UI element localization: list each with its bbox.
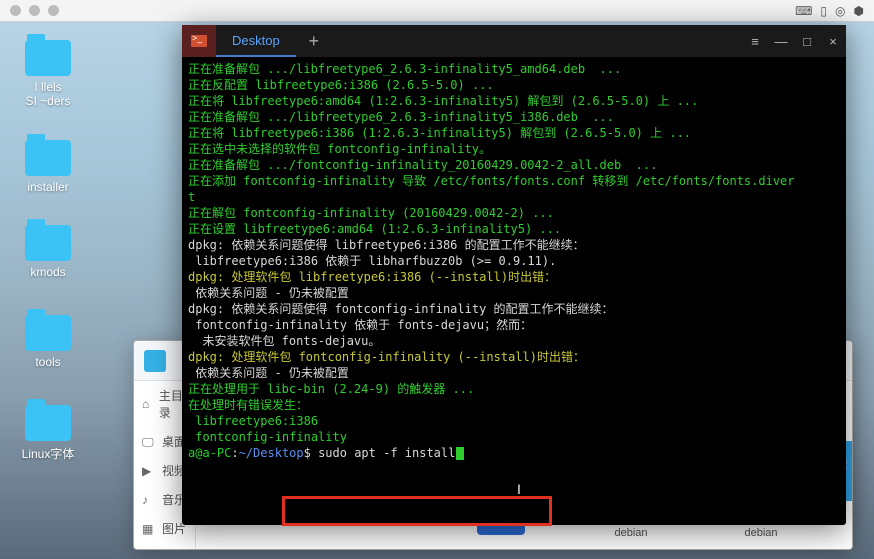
file-tile-label: debian <box>606 527 656 539</box>
sidebar-item-documents[interactable]: 🗎文档 <box>134 543 195 550</box>
close-icon: × <box>829 34 837 49</box>
prompt-path: ~/Desktop <box>239 446 304 460</box>
prompt-sep: : <box>231 446 238 460</box>
terminal-line: libfreetype6:i386 <box>188 413 840 429</box>
terminal-line: 在处理时有错误发生： <box>188 397 840 413</box>
home-icon: ⌂ <box>142 397 153 411</box>
terminal-line: 正在设置 libfreetype6:amd64 (1:2.6.3-infinal… <box>188 221 840 237</box>
maximize-button[interactable]: □ <box>794 25 820 57</box>
shield-icon[interactable]: ⬢ <box>854 4 864 18</box>
traffic-lights <box>0 5 59 16</box>
terminal-line: 依赖关系问题 - 仍未被配置 <box>188 285 840 301</box>
terminal-line: 正在准备解包 .../fontconfig-infinality_2016042… <box>188 157 840 173</box>
icon-label: Linux字体 <box>12 445 84 462</box>
video-icon: ▶ <box>142 464 156 478</box>
terminal-line: 正在将 libfreetype6:amd64 (1:2.6.3-infinali… <box>188 93 840 109</box>
menu-button[interactable]: ≡ <box>742 25 768 57</box>
new-tab-button[interactable]: + <box>296 25 332 57</box>
desktop-folder-installer[interactable]: installer <box>12 140 84 194</box>
terminal-line: fontconfig-infinality 依赖于 fonts-dejavu；然… <box>188 317 840 333</box>
minimize-button[interactable]: — <box>768 25 794 57</box>
desktop-folder-kmods[interactable]: kmods <box>12 225 84 279</box>
terminal-output[interactable]: 正在准备解包 .../libfreetype6_2.6.3-infinality… <box>182 57 846 525</box>
desktop-icon: 🖵 <box>142 435 156 449</box>
terminal-app-icon <box>182 25 216 57</box>
menubar-right: ⌨ ▯ ◎ ⬢ <box>795 4 874 18</box>
folder-icon <box>25 315 71 351</box>
terminal-line: 依赖关系问题 - 仍未被配置 <box>188 365 840 381</box>
terminal-line: 正在将 libfreetype6:i386 (1:2.6.3-infinalit… <box>188 125 840 141</box>
terminal-line: 正在选中未选择的软件包 fontconfig-infinality。 <box>188 141 840 157</box>
minimize-icon: — <box>775 34 788 49</box>
terminal-line: 正在处理用于 libc-bin (2.24-9) 的触发器 ... <box>188 381 840 397</box>
mac-window-titlebar: ⌨ ▯ ◎ ⬢ <box>0 0 874 22</box>
desktop-folder-parallels[interactable]: I llels SI ~ders <box>12 40 84 108</box>
icon-label: installer <box>12 180 84 194</box>
tab-label: Desktop <box>232 33 280 48</box>
terminal-cursor <box>456 447 464 460</box>
terminal-line: dpkg: 处理软件包 fontconfig-infinality (--ins… <box>188 349 840 365</box>
file-tile-label: debian <box>736 527 786 539</box>
terminal-line: 正在解包 fontconfig-infinality (20160429.004… <box>188 205 840 221</box>
prompt-user: a@a-PC <box>188 446 231 460</box>
terminal-line: t <box>188 189 840 205</box>
terminal-line: libfreetype6:i386 依赖于 libharfbuzz0b (>= … <box>188 253 840 269</box>
terminal-tab-active[interactable]: Desktop <box>216 25 296 57</box>
folder-icon <box>25 225 71 261</box>
terminal-line: dpkg: 依赖关系问题使得 libfreetype6:i386 的配置工作不能… <box>188 237 840 253</box>
battery-icon[interactable]: ▯ <box>820 4 827 18</box>
close-dot[interactable] <box>10 5 21 16</box>
terminal-line: fontconfig-infinality <box>188 429 840 445</box>
terminal-prompt-line[interactable]: a@a-PC:~/Desktop$ sudo apt -f install <box>188 445 840 461</box>
icon-label: tools <box>12 355 84 369</box>
file-manager-logo-icon <box>144 350 166 372</box>
terminal-line: 未安装软件包 fonts-dejavu。 <box>188 333 840 349</box>
picture-icon: ▦ <box>142 522 156 536</box>
terminal-line: dpkg: 依赖关系问题使得 fontconfig-infinality 的配置… <box>188 301 840 317</box>
target-icon[interactable]: ◎ <box>835 4 845 18</box>
keyboard-icon[interactable]: ⌨ <box>795 4 812 18</box>
folder-icon <box>25 405 71 441</box>
maximize-icon: □ <box>803 34 811 49</box>
folder-icon <box>25 40 71 76</box>
minimize-dot[interactable] <box>29 5 40 16</box>
icon-label: kmods <box>12 265 84 279</box>
terminal-line: dpkg: 处理软件包 libfreetype6:i386 (--install… <box>188 269 840 285</box>
prompt-dollar: $ <box>304 446 311 460</box>
terminal-line: 正在准备解包 .../libfreetype6_2.6.3-infinality… <box>188 61 840 77</box>
terminal-line: 正在添加 fontconfig-infinality 导致 /etc/fonts… <box>188 173 840 189</box>
close-button[interactable]: × <box>820 25 846 57</box>
menu-icon: ≡ <box>751 34 759 49</box>
desktop-folder-linuxfonts[interactable]: Linux字体 <box>12 405 84 462</box>
terminal-tabbar: Desktop + ≡ — □ × <box>182 25 846 57</box>
icon-label: I llels <box>12 80 84 94</box>
terminal-window[interactable]: Desktop + ≡ — □ × 正在准备解包 .../libfreetype… <box>182 25 846 525</box>
terminal-line: 正在准备解包 .../libfreetype6_2.6.3-infinality… <box>188 109 840 125</box>
sidebar-item-label: 文档 <box>162 549 186 550</box>
desktop-folder-tools[interactable]: tools <box>12 315 84 369</box>
zoom-dot[interactable] <box>48 5 59 16</box>
terminal-line: 正在反配置 libfreetype6:i386 (2.6.5-5.0) ... <box>188 77 840 93</box>
typed-command: sudo apt -f install <box>311 446 456 460</box>
icon-label-sub: SI ~ders <box>12 94 84 108</box>
folder-icon <box>25 140 71 176</box>
music-icon: ♪ <box>142 493 156 507</box>
